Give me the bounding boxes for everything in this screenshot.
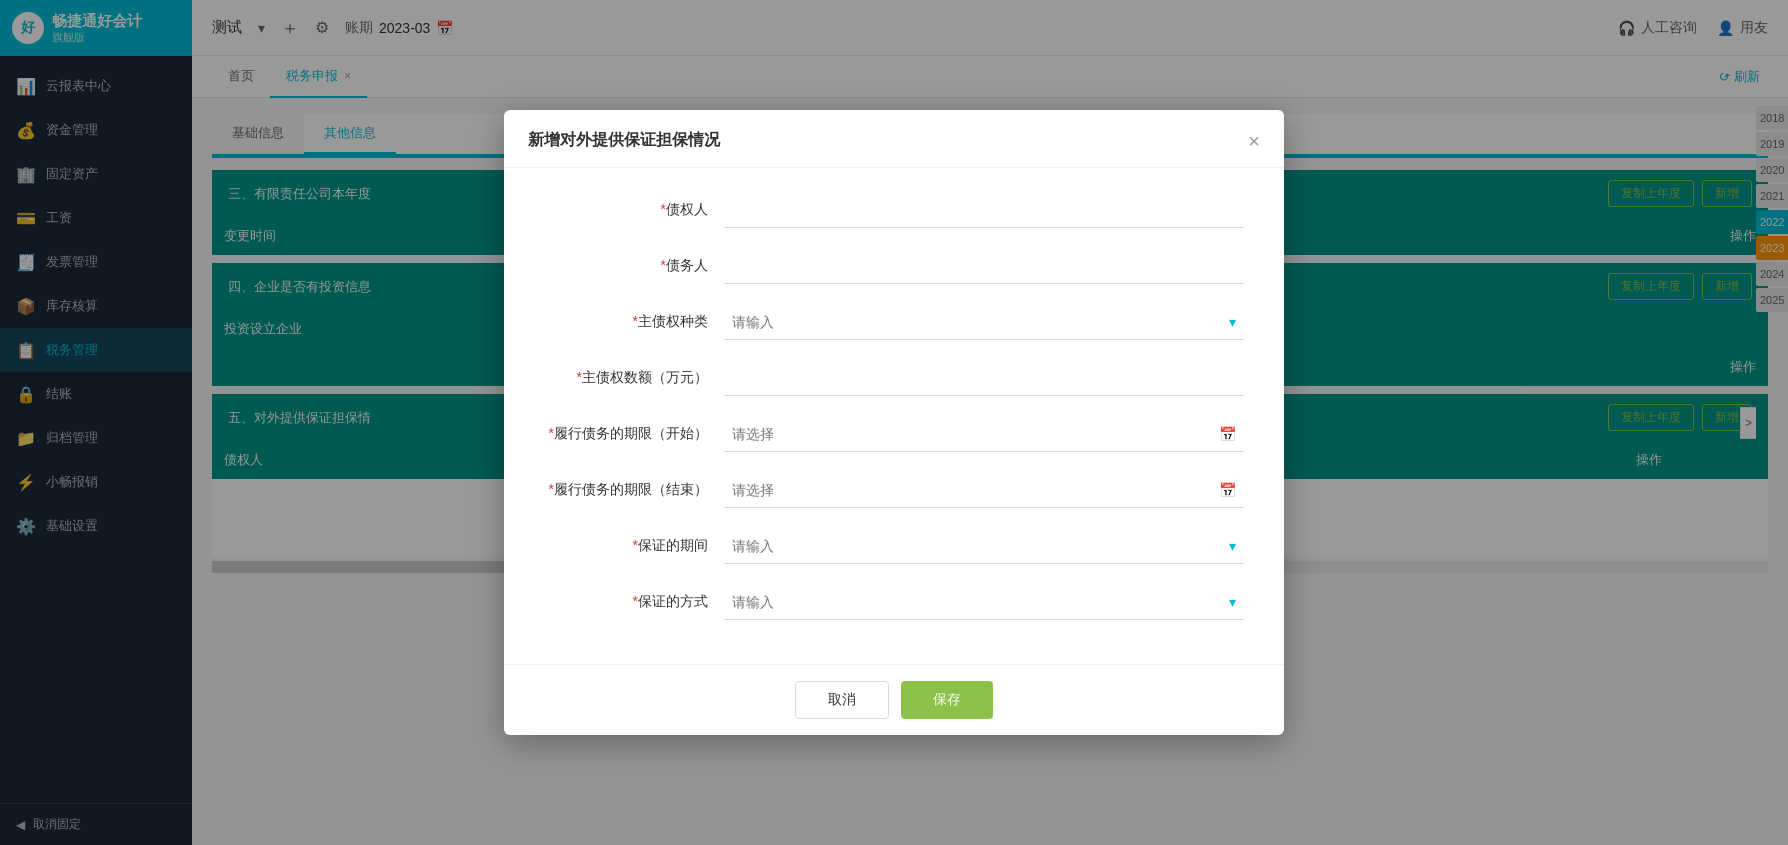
- guarantee-method-input[interactable]: [724, 584, 1244, 620]
- form-group-period-start: *履行债务的期限（开始） 📅: [544, 416, 1244, 452]
- claim-type-label: *主债权种类: [544, 313, 724, 331]
- guarantee-period-wrapper: ▾: [724, 528, 1244, 564]
- period-start-label: *履行债务的期限（开始）: [544, 425, 724, 443]
- guarantee-period-input[interactable]: [724, 528, 1244, 564]
- form-group-claim-type: *主债权种类 ▾: [544, 304, 1244, 340]
- modal: 新增对外提供保证担保情况 × *债权人 *债务人 *主债权种类: [504, 110, 1284, 735]
- form-group-debtor: *债务人: [544, 248, 1244, 284]
- period-start-wrapper: 📅: [724, 416, 1244, 452]
- creditor-label: *债权人: [544, 201, 724, 219]
- claim-type-select-wrapper: ▾: [724, 304, 1244, 340]
- claim-type-input[interactable]: [724, 304, 1244, 340]
- modal-body: *债权人 *债务人 *主债权种类 ▾: [504, 168, 1284, 664]
- guarantee-period-label: *保证的期间: [544, 537, 724, 555]
- guarantee-method-label: *保证的方式: [544, 593, 724, 611]
- form-group-guarantee-period: *保证的期间 ▾: [544, 528, 1244, 564]
- period-start-input[interactable]: [724, 416, 1244, 452]
- modal-footer: 取消 保存: [504, 664, 1284, 735]
- modal-close-button[interactable]: ×: [1248, 131, 1260, 151]
- debtor-input[interactable]: [724, 248, 1244, 284]
- guarantee-method-wrapper: ▾: [724, 584, 1244, 620]
- form-group-claim-amount: *主债权数额（万元）: [544, 360, 1244, 396]
- claim-amount-input[interactable]: [724, 360, 1244, 396]
- form-group-guarantee-method: *保证的方式 ▾: [544, 584, 1244, 620]
- save-button[interactable]: 保存: [901, 681, 993, 719]
- debtor-label: *债务人: [544, 257, 724, 275]
- creditor-input[interactable]: [724, 192, 1244, 228]
- cancel-button[interactable]: 取消: [795, 681, 889, 719]
- period-end-label: *履行债务的期限（结束）: [544, 481, 724, 499]
- claim-amount-label: *主债权数额（万元）: [544, 369, 724, 387]
- modal-header: 新增对外提供保证担保情况 ×: [504, 110, 1284, 168]
- form-group-period-end: *履行债务的期限（结束） 📅: [544, 472, 1244, 508]
- period-end-wrapper: 📅: [724, 472, 1244, 508]
- modal-title: 新增对外提供保证担保情况: [528, 130, 720, 151]
- modal-overlay[interactable]: 新增对外提供保证担保情况 × *债权人 *债务人 *主债权种类: [0, 0, 1788, 845]
- form-group-creditor: *债权人: [544, 192, 1244, 228]
- period-end-input[interactable]: [724, 472, 1244, 508]
